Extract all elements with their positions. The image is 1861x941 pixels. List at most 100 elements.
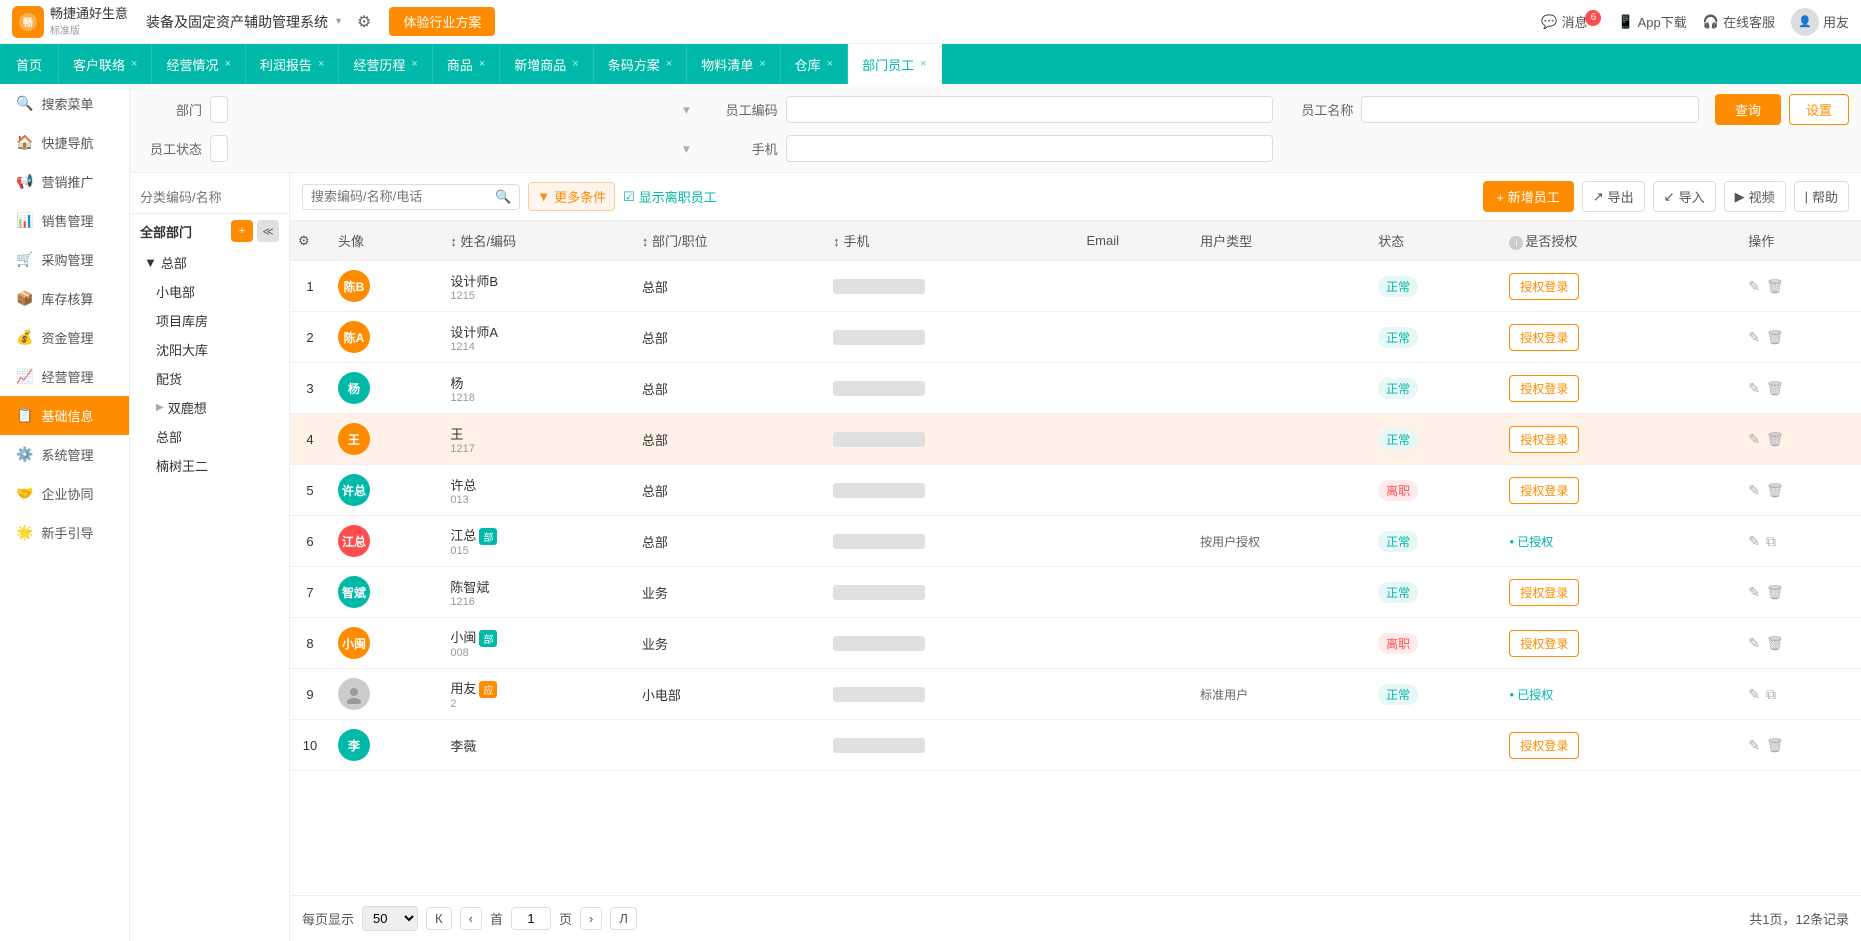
search-input[interactable] (311, 189, 491, 204)
sidebar-item-search[interactable]: 🔍 搜索菜单 (0, 84, 129, 123)
close-icon[interactable]: × (318, 58, 324, 70)
add-employee-button[interactable]: + 新增员工 (1483, 181, 1574, 212)
tab-barcode[interactable]: 条码方案× (594, 44, 687, 84)
close-icon[interactable]: × (759, 58, 765, 70)
export-button[interactable]: ↗ 导出 (1582, 181, 1645, 212)
sidebar-item-finance[interactable]: 💰 资金管理 (0, 318, 129, 357)
edit-icon[interactable]: ✎ (1748, 380, 1760, 397)
col-name[interactable]: ↕ 姓名/编码 (442, 221, 633, 261)
close-icon[interactable]: × (920, 58, 926, 70)
auth-button[interactable]: 授权登录 (1509, 426, 1579, 453)
close-icon[interactable]: × (411, 58, 417, 70)
dept-collapse-btn[interactable]: ≪ (257, 220, 279, 242)
auth-button[interactable]: 授权登录 (1509, 630, 1579, 657)
employee-code-input[interactable] (786, 96, 1274, 123)
tab-operations[interactable]: 经营情况× (152, 44, 245, 84)
edit-icon[interactable]: ✎ (1748, 737, 1760, 754)
query-button[interactable]: 查询 (1715, 94, 1781, 125)
message-item[interactable]: 💬 消息 6 (1541, 12, 1601, 31)
next-page-button[interactable]: › (580, 907, 602, 930)
edit-icon[interactable]: ✎ (1748, 686, 1760, 703)
edit-icon[interactable]: ✎ (1748, 329, 1760, 346)
tab-profit[interactable]: 利润报告× (246, 44, 339, 84)
show-resigned-toggle[interactable]: ☑ 显示离职员工 (623, 187, 717, 206)
auth-button[interactable]: 授权登录 (1509, 324, 1579, 351)
delete-icon[interactable]: 🗑 (1766, 584, 1784, 601)
tab-customer[interactable]: 客户联络× (59, 44, 152, 84)
sidebar-item-guide[interactable]: 🌟 新手引导 (0, 513, 129, 552)
phone-input[interactable] (786, 135, 1274, 162)
auth-button[interactable]: 授权登录 (1509, 273, 1579, 300)
tab-home[interactable]: 首页 (0, 44, 59, 84)
sidebar-item-system[interactable]: ⚙️ 系统管理 (0, 435, 129, 474)
tab-warehouse[interactable]: 仓库× (781, 44, 848, 84)
edit-icon[interactable]: ✎ (1748, 635, 1760, 652)
close-icon[interactable]: × (666, 58, 672, 70)
last-page-button[interactable]: Л (610, 907, 637, 930)
edit-icon[interactable]: ✎ (1748, 533, 1760, 550)
edit-icon[interactable]: ✎ (1748, 482, 1760, 499)
user-item[interactable]: 👤 用友 (1791, 8, 1849, 36)
close-icon[interactable]: × (572, 58, 578, 70)
col-settings[interactable]: ⚙ (290, 221, 330, 261)
dept-add-btn[interactable]: + (231, 220, 253, 242)
auth-button[interactable]: 授权登录 (1509, 732, 1579, 759)
tree-node-xiaodian[interactable]: 小电部 (130, 277, 289, 306)
edit-icon[interactable]: ✎ (1748, 431, 1760, 448)
set-button[interactable]: 设置 (1789, 94, 1849, 125)
delete-icon[interactable]: 🗑 (1766, 329, 1784, 346)
auth-button[interactable]: 授权登录 (1509, 477, 1579, 504)
col-dept[interactable]: ↕ 部门/职位 (634, 221, 825, 261)
auth-button[interactable]: 授权登录 (1509, 579, 1579, 606)
sidebar-item-marketing[interactable]: 📢 营销推广 (0, 162, 129, 201)
close-icon[interactable]: × (224, 58, 230, 70)
delete-icon[interactable]: 🗑 (1766, 482, 1784, 499)
delete-icon[interactable]: 🗑 (1766, 380, 1784, 397)
trial-button[interactable]: 体验行业方案 (389, 7, 495, 36)
tab-goods[interactable]: 商品× (433, 44, 500, 84)
dept-search-input[interactable] (140, 190, 290, 205)
tab-bom[interactable]: 物料清单× (687, 44, 780, 84)
tree-node-root-expand[interactable]: ▼ 总部 (130, 248, 289, 277)
system-dropdown-arrow[interactable]: ▾ (336, 16, 341, 27)
tree-node-nanshuwang[interactable]: 楠树王二 (130, 451, 289, 480)
copy-icon[interactable]: ⧉ (1766, 533, 1776, 550)
close-icon[interactable]: × (827, 58, 833, 70)
prev-page-button[interactable]: ‹ (460, 907, 482, 930)
tree-node-shenyang[interactable]: 沈阳大库 (130, 335, 289, 364)
tab-employees[interactable]: 部门员工× (848, 44, 941, 84)
sidebar-item-sales[interactable]: 📊 销售管理 (0, 201, 129, 240)
tree-node-project[interactable]: 项目库房 (130, 306, 289, 335)
tab-add-goods[interactable]: 新增商品× (500, 44, 593, 84)
close-icon[interactable]: × (131, 58, 137, 70)
copy-icon[interactable]: ⧉ (1766, 686, 1776, 703)
delete-icon[interactable]: 🗑 (1766, 431, 1784, 448)
import-button[interactable]: ↙ 导入 (1653, 181, 1716, 212)
close-icon[interactable]: × (479, 58, 485, 70)
sidebar-item-basic-info[interactable]: 📋 基础信息 (0, 396, 129, 435)
status-select[interactable] (210, 135, 228, 162)
page-size-select[interactable]: 50 100 (362, 906, 418, 931)
sidebar-item-purchase[interactable]: 🛒 采购管理 (0, 240, 129, 279)
delete-icon[interactable]: 🗑 (1766, 737, 1784, 754)
employee-name-input[interactable] (1361, 96, 1699, 123)
edit-icon[interactable]: ✎ (1748, 584, 1760, 601)
col-phone[interactable]: ↕ 手机 (825, 221, 1078, 261)
page-number-input[interactable] (511, 907, 551, 930)
sidebar-item-collab[interactable]: 🤝 企业协同 (0, 474, 129, 513)
sidebar-item-nav[interactable]: 🏠 快捷导航 (0, 123, 129, 162)
delete-icon[interactable]: 🗑 (1766, 635, 1784, 652)
settings-icon[interactable]: ⚙ (357, 12, 371, 32)
more-conditions-btn[interactable]: ▼ 更多条件 (528, 182, 615, 211)
tree-node-shuanglu[interactable]: ▶ 双鹿想 (130, 393, 289, 422)
dept-select[interactable] (210, 96, 228, 123)
auth-button[interactable]: 授权登录 (1509, 375, 1579, 402)
tree-node-head[interactable]: 总部 (130, 422, 289, 451)
sidebar-item-management[interactable]: 📈 经营管理 (0, 357, 129, 396)
edit-icon[interactable]: ✎ (1748, 278, 1760, 295)
first-page-button[interactable]: К (426, 907, 452, 930)
help-button[interactable]: | 帮助 (1794, 181, 1849, 212)
delete-icon[interactable]: 🗑 (1766, 278, 1784, 295)
sidebar-item-inventory[interactable]: 📦 库存核算 (0, 279, 129, 318)
tab-journey[interactable]: 经营历程× (339, 44, 432, 84)
